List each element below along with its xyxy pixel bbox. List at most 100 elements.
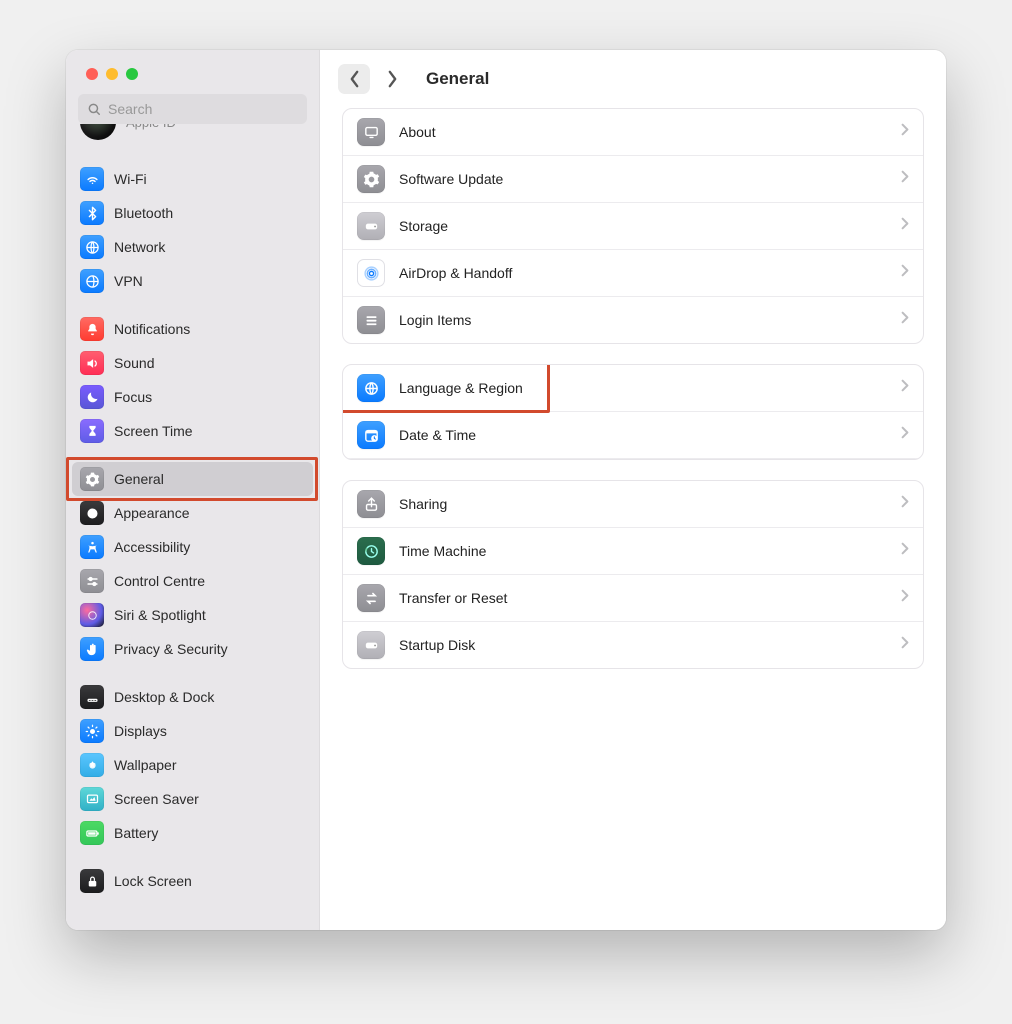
minimize-window-button[interactable]: [106, 68, 118, 80]
sidebar-item-label: Siri & Spotlight: [114, 607, 206, 623]
avatar: [80, 124, 116, 140]
dock-icon: [80, 685, 104, 709]
speaker-icon: [80, 351, 104, 375]
zoom-window-button[interactable]: [126, 68, 138, 80]
calendar-clock-icon: [357, 421, 385, 449]
appearance-icon: [80, 501, 104, 525]
sidebar-item-general[interactable]: General: [72, 462, 313, 496]
moon-icon: [80, 385, 104, 409]
sidebar-item-screen-time[interactable]: Screen Time: [72, 414, 313, 448]
sidebar-item-siri-spotlight[interactable]: Siri & Spotlight: [72, 598, 313, 632]
sidebar-item-control-centre[interactable]: Control Centre: [72, 564, 313, 598]
sidebar-item-label: Accessibility: [114, 539, 190, 555]
sidebar-item-bluetooth[interactable]: Bluetooth: [72, 196, 313, 230]
hand-icon: [80, 637, 104, 661]
sidebar-group: General Appearance Accessibility: [72, 462, 313, 666]
sidebar-item-label: Screen Time: [114, 423, 193, 439]
gear-icon: [357, 165, 385, 193]
row-time-machine[interactable]: Time Machine: [343, 528, 923, 575]
sidebar-item-displays[interactable]: Displays: [72, 714, 313, 748]
nav-forward-button[interactable]: [376, 64, 408, 94]
clock-arrow-icon: [357, 537, 385, 565]
sidebar-item-appearance[interactable]: Appearance: [72, 496, 313, 530]
row-label: Sharing: [399, 496, 887, 512]
sidebar-item-desktop-dock[interactable]: Desktop & Dock: [72, 680, 313, 714]
sidebar-item-label: Appearance: [114, 505, 190, 521]
sidebar-item-label: Screen Saver: [114, 791, 199, 807]
battery-icon: [80, 821, 104, 845]
close-window-button[interactable]: [86, 68, 98, 80]
siri-icon: [80, 603, 104, 627]
screensaver-icon: [80, 787, 104, 811]
system-settings-window: Apple ID Wi-Fi Bluetooth: [66, 50, 946, 930]
sidebar-item-label: Desktop & Dock: [114, 689, 214, 705]
row-sharing[interactable]: Sharing: [343, 481, 923, 528]
search-input[interactable]: [78, 94, 307, 124]
gear-icon: [80, 467, 104, 491]
chevron-right-icon: [901, 636, 909, 654]
row-label: Software Update: [399, 171, 887, 187]
accessibility-icon: [80, 535, 104, 559]
sidebar-item-network[interactable]: Network: [72, 230, 313, 264]
sidebar-item-sound[interactable]: Sound: [72, 346, 313, 380]
row-label: Login Items: [399, 312, 887, 328]
sidebar: Apple ID Wi-Fi Bluetooth: [66, 50, 320, 930]
sidebar-item-wifi[interactable]: Wi-Fi: [72, 162, 313, 196]
sidebar-item-notifications[interactable]: Notifications: [72, 312, 313, 346]
chevron-right-icon: [901, 426, 909, 444]
row-login-items[interactable]: Login Items: [343, 297, 923, 343]
chevron-right-icon: [901, 495, 909, 513]
sidebar-item-accessibility[interactable]: Accessibility: [72, 530, 313, 564]
sidebar-item-wallpaper[interactable]: Wallpaper: [72, 748, 313, 782]
sidebar-item-battery[interactable]: Battery: [72, 816, 313, 850]
sidebar-item-screen-saver[interactable]: Screen Saver: [72, 782, 313, 816]
sidebar-item-label: Network: [114, 239, 165, 255]
row-label: Date & Time: [399, 427, 887, 443]
arrows-icon: [357, 584, 385, 612]
sidebar-scroll[interactable]: Apple ID Wi-Fi Bluetooth: [66, 124, 319, 930]
airdrop-icon: [357, 259, 385, 287]
window-controls: [66, 50, 319, 94]
sun-icon: [80, 719, 104, 743]
sidebar-item-focus[interactable]: Focus: [72, 380, 313, 414]
sidebar-item-label: Battery: [114, 825, 158, 841]
row-airdrop-handoff[interactable]: AirDrop & Handoff: [343, 250, 923, 297]
nav-back-button[interactable]: [338, 64, 370, 94]
sidebar-group: Notifications Sound Focus: [72, 312, 313, 448]
share-icon: [357, 490, 385, 518]
sidebar-item-apple-id[interactable]: Apple ID: [72, 124, 313, 148]
row-transfer-reset[interactable]: Transfer or Reset: [343, 575, 923, 622]
main-panel: General About Software Update: [320, 50, 946, 930]
row-date-time[interactable]: Date & Time: [343, 412, 923, 459]
row-label: Storage: [399, 218, 887, 234]
row-startup-disk[interactable]: Startup Disk: [343, 622, 923, 668]
sidebar-group: Wi-Fi Bluetooth Network: [72, 162, 313, 298]
network-icon: [80, 235, 104, 259]
sidebar-item-lock-screen[interactable]: Lock Screen: [72, 864, 313, 898]
sidebar-group: Desktop & Dock Displays Wallpaper: [72, 680, 313, 850]
row-about[interactable]: About: [343, 109, 923, 156]
chevron-right-icon: [901, 217, 909, 235]
row-label: About: [399, 124, 887, 140]
row-label: Language & Region: [399, 380, 887, 396]
row-storage[interactable]: Storage: [343, 203, 923, 250]
sidebar-item-vpn[interactable]: VPN: [72, 264, 313, 298]
chevron-right-icon: [901, 589, 909, 607]
chevron-right-icon: [901, 264, 909, 282]
row-label: AirDrop & Handoff: [399, 265, 887, 281]
chevron-right-icon: [901, 311, 909, 329]
row-label: Time Machine: [399, 543, 887, 559]
sidebar-item-label: Lock Screen: [114, 873, 192, 889]
sidebar-item-label: Privacy & Security: [114, 641, 228, 657]
startup-disk-icon: [357, 631, 385, 659]
chevron-right-icon: [901, 170, 909, 188]
row-software-update[interactable]: Software Update: [343, 156, 923, 203]
sidebar-item-label: Sound: [114, 355, 154, 371]
sidebar-item-label: Focus: [114, 389, 152, 405]
chevron-right-icon: [901, 542, 909, 560]
sidebar-item-privacy-security[interactable]: Privacy & Security: [72, 632, 313, 666]
bluetooth-icon: [80, 201, 104, 225]
vpn-icon: [80, 269, 104, 293]
row-language-region[interactable]: Language & Region: [343, 365, 923, 412]
sidebar-item-label: Wi-Fi: [114, 171, 147, 187]
